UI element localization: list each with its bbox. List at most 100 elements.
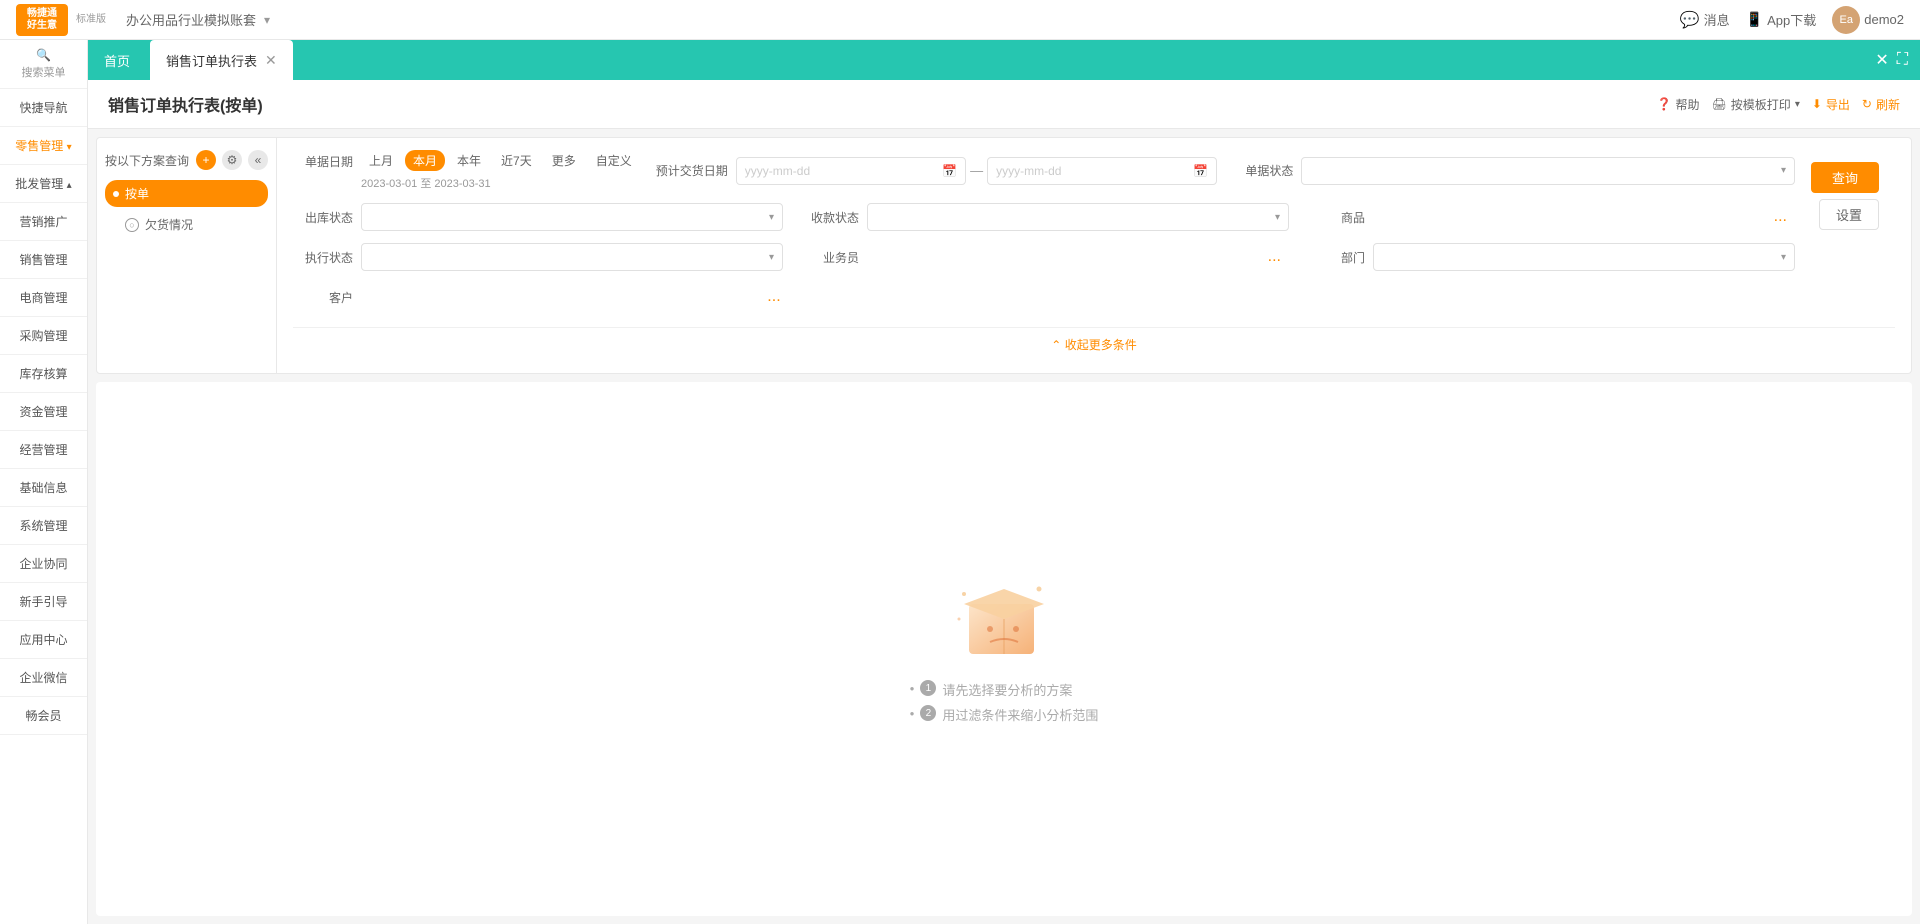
date-tab-this-month[interactable]: 本月 <box>405 150 445 171</box>
sub-item-icon: ○ <box>125 218 139 232</box>
dept-select[interactable]: ▾ <box>1373 243 1795 271</box>
message-button[interactable]: 💬 消息 <box>1680 10 1730 30</box>
sidebar-item-ecommerce[interactable]: 电商管理 <box>0 279 87 317</box>
refresh-label: 刷新 <box>1876 96 1900 113</box>
export-icon: ⬇ <box>1812 97 1822 111</box>
tab-home[interactable]: 首页 <box>88 40 146 80</box>
doc-status-label: 单据状态 <box>1233 162 1293 179</box>
sidebar-item-retail[interactable]: 零售管理 ▾ <box>0 127 87 165</box>
empty-hints: 1 请先选择要分析的方案 2 用过滤条件来缩小分析范围 <box>910 680 1099 724</box>
salesperson-dots[interactable]: ... <box>1268 248 1281 266</box>
dept-group: 部门 ▾ <box>1305 243 1795 271</box>
sidebar-item-corp[interactable]: 企业协同 <box>0 545 87 583</box>
tab-close-icon[interactable]: ✕ <box>265 52 277 69</box>
date-range-value: 2023-03-01 至 2023-03-31 <box>361 175 491 191</box>
app-download-button[interactable]: 📱 App下载 <box>1746 10 1817 29</box>
hint-2-text: 用过滤条件来缩小分析范围 <box>942 705 1098 724</box>
refresh-button[interactable]: ↻ 刷新 <box>1862 96 1900 113</box>
chevron-down-icon: ▾ <box>67 142 72 153</box>
print-arrow-icon: ▾ <box>1795 99 1800 110</box>
filter-left-panel: 按以下方案查询 + ⚙ « 按单 ○ <box>97 138 277 373</box>
message-icon: 💬 <box>1680 10 1700 30</box>
sidebar-search-label: 搜索菜单 <box>4 64 83 80</box>
payment-status-group: 收款状态 ▾ <box>799 203 1289 231</box>
filter-rows-main: 单据日期 上月 本月 本年 近7天 更多 <box>293 150 1795 323</box>
sidebar-wholesale-label: 批发管理 <box>15 177 63 191</box>
expected-date-to[interactable]: yyyy-mm-dd 📅 <box>987 157 1217 185</box>
window-close-icon[interactable]: ✕ <box>1875 50 1888 70</box>
sidebar-search[interactable]: 🔍 搜索菜单 <box>0 40 87 89</box>
export-button[interactable]: ⬇ 导出 <box>1812 96 1850 113</box>
print-icon: 🖨 <box>1712 97 1727 111</box>
customer-dots[interactable]: ... <box>767 288 780 306</box>
payment-status-select[interactable]: ▾ <box>867 203 1289 231</box>
scheme-item-active[interactable]: 按单 <box>105 180 268 207</box>
goods-label: 商品 <box>1305 209 1365 226</box>
empty-state: 1 请先选择要分析的方案 2 用过滤条件来缩小分析范围 <box>910 382 1099 916</box>
expected-date-from[interactable]: yyyy-mm-dd 📅 <box>736 157 966 185</box>
content-area: 销售订单执行表(按单) ❓ 帮助 🖨 按模板打印 ▾ ⬇ 导出 <box>88 80 1920 924</box>
sidebar-item-wholesale[interactable]: 批发管理 ▴ <box>0 165 87 203</box>
tab-sales-exec[interactable]: 销售订单执行表 ✕ <box>150 40 293 80</box>
collapse-scheme-button[interactable]: « <box>248 150 268 170</box>
goods-group: 商品 ... <box>1305 203 1795 231</box>
sidebar-item-purchase[interactable]: 采购管理 <box>0 317 87 355</box>
user-profile[interactable]: Ea demo2 <box>1832 6 1904 34</box>
help-button[interactable]: ❓ 帮助 <box>1657 96 1700 113</box>
sidebar-item-sales[interactable]: 销售管理 <box>0 241 87 279</box>
edit-scheme-button[interactable]: ⚙ <box>222 150 242 170</box>
date-tab-this-year[interactable]: 本年 <box>449 150 489 171</box>
print-button[interactable]: 🖨 按模板打印 ▾ <box>1712 96 1800 113</box>
date-tab-7days[interactable]: 近7天 <box>493 150 540 171</box>
refresh-icon: ↻ <box>1862 97 1872 111</box>
window-expand-icon[interactable]: ⛶ <box>1897 51 1908 69</box>
sub-item-backorder[interactable]: ○ 欠货情况 <box>105 211 268 238</box>
sidebar-item-appstore[interactable]: 应用中心 <box>0 621 87 659</box>
sidebar-item-shortcut[interactable]: 快捷导航 <box>0 89 87 127</box>
topbar-left: 畅捷通好生意 标准版 办公用品行业模拟账套 ▾ <box>16 4 270 36</box>
exec-arrow: ▾ <box>769 252 774 263</box>
sidebar-item-guide[interactable]: 新手引导 <box>0 583 87 621</box>
sidebar-item-inventory[interactable]: 库存核算 <box>0 355 87 393</box>
settings-button[interactable]: 设置 <box>1819 199 1879 230</box>
sidebar-item-system[interactable]: 系统管理 <box>0 507 87 545</box>
sidebar-guide-label: 新手引导 <box>19 595 67 609</box>
goods-dots[interactable]: ... <box>1774 208 1787 226</box>
date-tab-custom[interactable]: 自定义 <box>588 150 640 171</box>
exec-status-select[interactable]: ▾ <box>361 243 783 271</box>
sidebar-item-member[interactable]: 畅会员 <box>0 697 87 735</box>
sidebar-item-finance[interactable]: 资金管理 <box>0 393 87 431</box>
sidebar-finance-label: 资金管理 <box>19 405 67 419</box>
expected-date-label: 预计交货日期 <box>656 162 728 179</box>
date-tabs: 上月 本月 本年 近7天 更多 自定义 <box>361 150 640 171</box>
sidebar-item-marketing[interactable]: 营销推广 <box>0 203 87 241</box>
page-title: 办公用品行业模拟账套 <box>126 10 256 29</box>
tab-active-label: 销售订单执行表 <box>166 51 257 70</box>
empty-hint-2: 2 用过滤条件来缩小分析范围 <box>910 705 1099 724</box>
filter-body: 按以下方案查询 + ⚙ « 按单 ○ <box>97 138 1911 373</box>
date-tab-more[interactable]: 更多 <box>544 150 584 171</box>
sidebar-item-basic[interactable]: 基础信息 <box>0 469 87 507</box>
help-label: 帮助 <box>1676 96 1700 113</box>
page-title-arrow[interactable]: ▾ <box>264 13 270 27</box>
add-scheme-button[interactable]: + <box>196 150 216 170</box>
scheme-item-label: 按单 <box>125 185 149 202</box>
sidebar-appstore-label: 应用中心 <box>19 633 67 647</box>
customer-select[interactable]: ... <box>361 283 789 311</box>
doc-status-group: 单据状态 ▾ <box>1233 157 1795 185</box>
delivery-status-group: 出库状态 ▾ <box>293 203 783 231</box>
brand-subtitle: 标准版 <box>76 14 106 26</box>
sidebar-item-operations[interactable]: 经营管理 <box>0 431 87 469</box>
sidebar-item-weixin[interactable]: 企业微信 <box>0 659 87 697</box>
date-tab-last-month[interactable]: 上月 <box>361 150 401 171</box>
query-button[interactable]: 查询 <box>1811 162 1879 193</box>
sidebar-inventory-label: 库存核算 <box>19 367 67 381</box>
doc-status-select[interactable]: ▾ <box>1301 157 1795 185</box>
goods-select[interactable]: ... <box>1373 203 1795 231</box>
salesperson-select[interactable]: ... <box>867 243 1289 271</box>
collapse-text: 收起更多条件 <box>1065 338 1137 352</box>
sidebar-marketing-label: 营销推广 <box>19 215 67 229</box>
delivery-status-select[interactable]: ▾ <box>361 203 783 231</box>
collapse-bar[interactable]: ⌃ 收起更多条件 <box>293 327 1895 361</box>
sub-item-label: 欠货情况 <box>145 216 193 233</box>
